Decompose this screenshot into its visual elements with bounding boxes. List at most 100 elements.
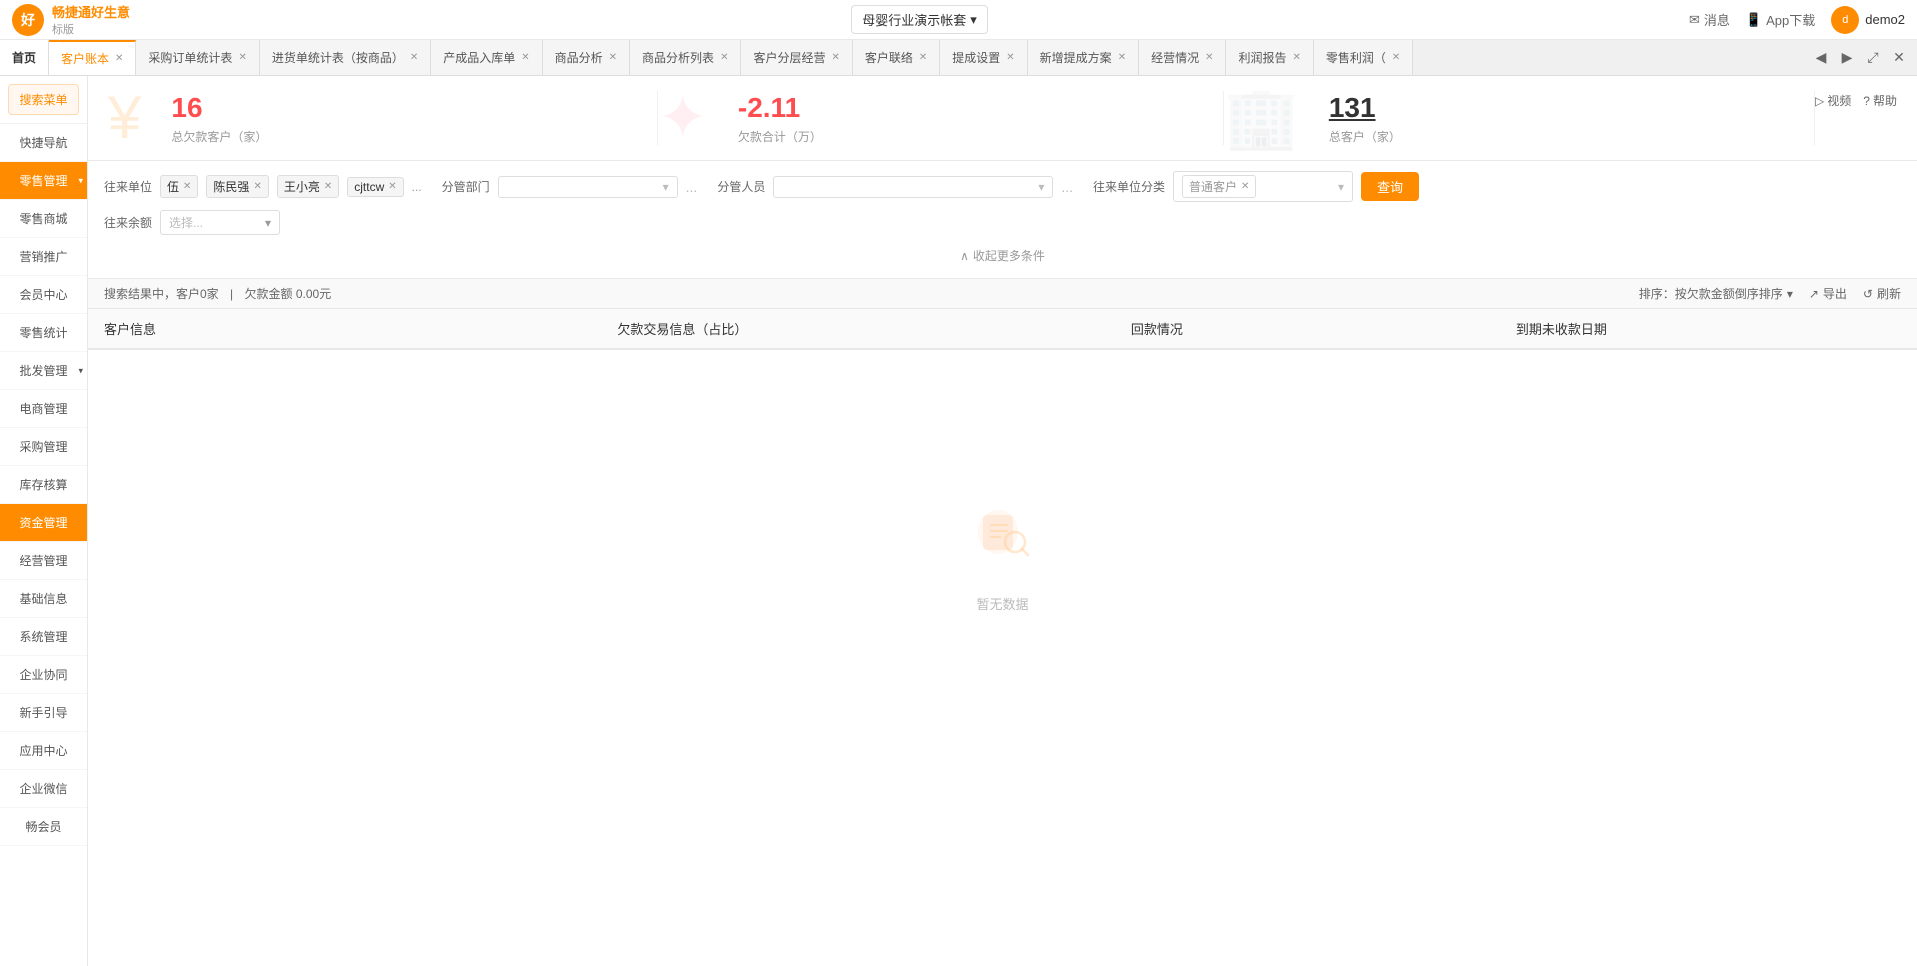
export-btn[interactable]: ↗ 导出 [1809, 285, 1847, 302]
tabs-close-all-btn[interactable]: ✕ [1887, 46, 1911, 70]
tab-goods-analysis-list-label: 商品分析列表 [642, 49, 714, 66]
filter-more-tags[interactable]: ... [412, 180, 422, 194]
category-select[interactable]: 普通客户 ✕ ▾ [1173, 171, 1353, 202]
tab-goods-analysis-close[interactable]: ✕ [609, 52, 617, 63]
tab-goods-in[interactable]: 进货单统计表（按商品） ✕ [260, 40, 431, 76]
tab-customer-layer-close[interactable]: ✕ [831, 52, 839, 63]
tab-operations[interactable]: 经营情况 ✕ [1139, 40, 1226, 76]
sidebar-item-member[interactable]: 畅会员 [0, 808, 87, 846]
sidebar-item-ecommerce[interactable]: 电商管理 [0, 390, 87, 428]
tab-commission-settings[interactable]: 提成设置 ✕ [940, 40, 1027, 76]
result-actions: 排序：按欠款金额倒序排序 ▾ ↗ 导出 ↺ 刷新 [1639, 285, 1901, 302]
collapse-btn[interactable]: ∧ 收起更多条件 [960, 243, 1045, 268]
username: demo2 [1865, 12, 1905, 27]
balance-select[interactable]: 选择... ▾ [160, 210, 280, 235]
tab-profit-report-close[interactable]: ✕ [1293, 52, 1301, 63]
sidebar-item-base-info[interactable]: 基础信息 [0, 580, 87, 618]
tabs-prev-btn[interactable]: ◀ [1809, 46, 1833, 70]
tab-customer-layer[interactable]: 客户分层经营 ✕ [741, 40, 852, 76]
tab-customer-ledger-close[interactable]: ✕ [115, 53, 123, 64]
tabs-expand-btn[interactable]: ⤢ [1861, 46, 1885, 70]
dept-select[interactable]: ▾ [498, 176, 678, 198]
filter-tag-chen[interactable]: 陈民强 ✕ [206, 175, 268, 198]
tab-retail-profit-close[interactable]: ✕ [1392, 52, 1400, 63]
tab-commission-settings-close[interactable]: ✕ [1006, 52, 1014, 63]
tab-retail-profit[interactable]: 零售利润（ ✕ [1314, 40, 1413, 76]
tab-goods-in-close[interactable]: ✕ [410, 52, 418, 63]
sidebar-item-retail-mall[interactable]: 零售商城 [0, 200, 87, 238]
category-tag-label: 普通客户 [1189, 178, 1237, 195]
stat-label-debt: 欠款合计（万） [738, 128, 822, 145]
tab-customer-contact-close[interactable]: ✕ [919, 52, 927, 63]
category-tag-close[interactable]: ✕ [1241, 181, 1249, 192]
tab-finished-goods-close[interactable]: ✕ [521, 52, 529, 63]
refresh-btn[interactable]: ↺ 刷新 [1863, 285, 1901, 302]
sidebar-item-app-center[interactable]: 应用中心 [0, 732, 87, 770]
sidebar-item-retail-mgmt[interactable]: 零售管理 ▾ [0, 162, 87, 200]
sort-select[interactable]: 排序：按欠款金额倒序排序 ▾ [1639, 285, 1793, 302]
tag-chen-close[interactable]: ✕ [253, 181, 261, 192]
sidebar-item-finance[interactable]: 资金管理 [0, 504, 87, 542]
tab-goods-analysis-list[interactable]: 商品分析列表 ✕ [630, 40, 741, 76]
tag-chen-label: 陈民强 [213, 178, 249, 195]
tab-goods-analysis-list-close[interactable]: ✕ [720, 52, 728, 63]
tag-wu-close[interactable]: ✕ [183, 181, 191, 192]
search-menu-btn[interactable]: 搜索菜单 [8, 84, 79, 115]
logo-icon: 好 [12, 4, 44, 36]
tab-purchase-order-label: 采购订单统计表 [148, 49, 232, 66]
sidebar-marketing-label: 营销推广 [19, 250, 67, 264]
video-label: 视频 [1827, 92, 1851, 109]
sidebar-item-purchase[interactable]: 采购管理 [0, 428, 87, 466]
tab-customer-ledger[interactable]: 客户账本 ✕ [49, 40, 136, 76]
tag-cjttcw-close[interactable]: ✕ [388, 181, 396, 192]
tab-goods-analysis[interactable]: 商品分析 ✕ [543, 40, 630, 76]
company-selector[interactable]: 母婴行业演示帐套 ▾ [851, 5, 988, 34]
sidebar-item-new-guide[interactable]: 新手引导 [0, 694, 87, 732]
tab-operations-close[interactable]: ✕ [1205, 52, 1213, 63]
collapse-label: 收起更多条件 [973, 247, 1045, 264]
logo-area: 好 畅捷通好生意 标版 [12, 2, 130, 37]
user-profile[interactable]: d demo2 [1831, 6, 1905, 34]
sidebar-item-inventory[interactable]: 库存核算 [0, 466, 87, 504]
tag-wang-close[interactable]: ✕ [324, 181, 332, 192]
sidebar-item-retail-stats[interactable]: 零售统计 [0, 314, 87, 352]
sidebar-item-enterprise-wx[interactable]: 企业微信 [0, 770, 87, 808]
avatar: d [1831, 6, 1859, 34]
category-tag[interactable]: 普通客户 ✕ [1182, 175, 1256, 198]
tab-finished-goods[interactable]: 产成品入库单 ✕ [431, 40, 542, 76]
logo-subtitle: 标版 [52, 21, 130, 37]
sidebar-item-marketing[interactable]: 营销推广 [0, 238, 87, 276]
tab-purchase-order-close[interactable]: ✕ [238, 52, 246, 63]
tabs-next-btn[interactable]: ▶ [1835, 46, 1859, 70]
sidebar-item-member-center[interactable]: 会员中心 [0, 276, 87, 314]
filter-tag-cjttcw[interactable]: cjttcw ✕ [347, 177, 403, 197]
person-dots[interactable]: ... [1061, 179, 1073, 195]
sidebar-item-nav[interactable]: 快捷导航 [0, 124, 87, 162]
filter-tag-wang[interactable]: 王小亮 ✕ [277, 175, 339, 198]
stat-total-debt: -2.11 欠款合计（万） [718, 91, 1224, 146]
sidebar-item-system[interactable]: 系统管理 [0, 618, 87, 656]
help-btn[interactable]: ? 帮助 [1863, 92, 1897, 109]
chevron-down-icon: ▾ [78, 175, 83, 186]
tab-new-commission-close[interactable]: ✕ [1118, 52, 1126, 63]
tab-purchase-order[interactable]: 采购订单统计表 ✕ [136, 40, 259, 76]
company-filter-label: 往来单位 [104, 178, 152, 195]
app-download-btn[interactable]: 📱 App下载 [1746, 10, 1815, 29]
dept-dots[interactable]: ... [686, 179, 698, 195]
tab-home[interactable]: 首页 [0, 40, 49, 76]
tab-new-commission[interactable]: 新增提成方案 ✕ [1028, 40, 1139, 76]
tab-customer-contact[interactable]: 客户联络 ✕ [853, 40, 940, 76]
filter-tag-wu[interactable]: 伍 ✕ [160, 175, 198, 198]
query-button[interactable]: 查询 [1361, 172, 1419, 201]
stat-value-debt: -2.11 [738, 91, 800, 125]
person-select[interactable]: ▾ [773, 176, 1053, 198]
sidebar-search-section: 搜索菜单 [0, 76, 87, 124]
sidebar-item-wholesale[interactable]: 批发管理 ▾ [0, 352, 87, 390]
video-btn[interactable]: ▷ 视频 [1815, 92, 1851, 109]
tab-new-commission-label: 新增提成方案 [1040, 49, 1112, 66]
sidebar-item-operations[interactable]: 经营管理 [0, 542, 87, 580]
tabs-actions: ◀ ▶ ⤢ ✕ [1803, 46, 1917, 70]
sidebar-item-enterprise-coop[interactable]: 企业协同 [0, 656, 87, 694]
tab-profit-report[interactable]: 利润报告 ✕ [1226, 40, 1313, 76]
messages-btn[interactable]: ✉ 消息 [1689, 10, 1730, 29]
